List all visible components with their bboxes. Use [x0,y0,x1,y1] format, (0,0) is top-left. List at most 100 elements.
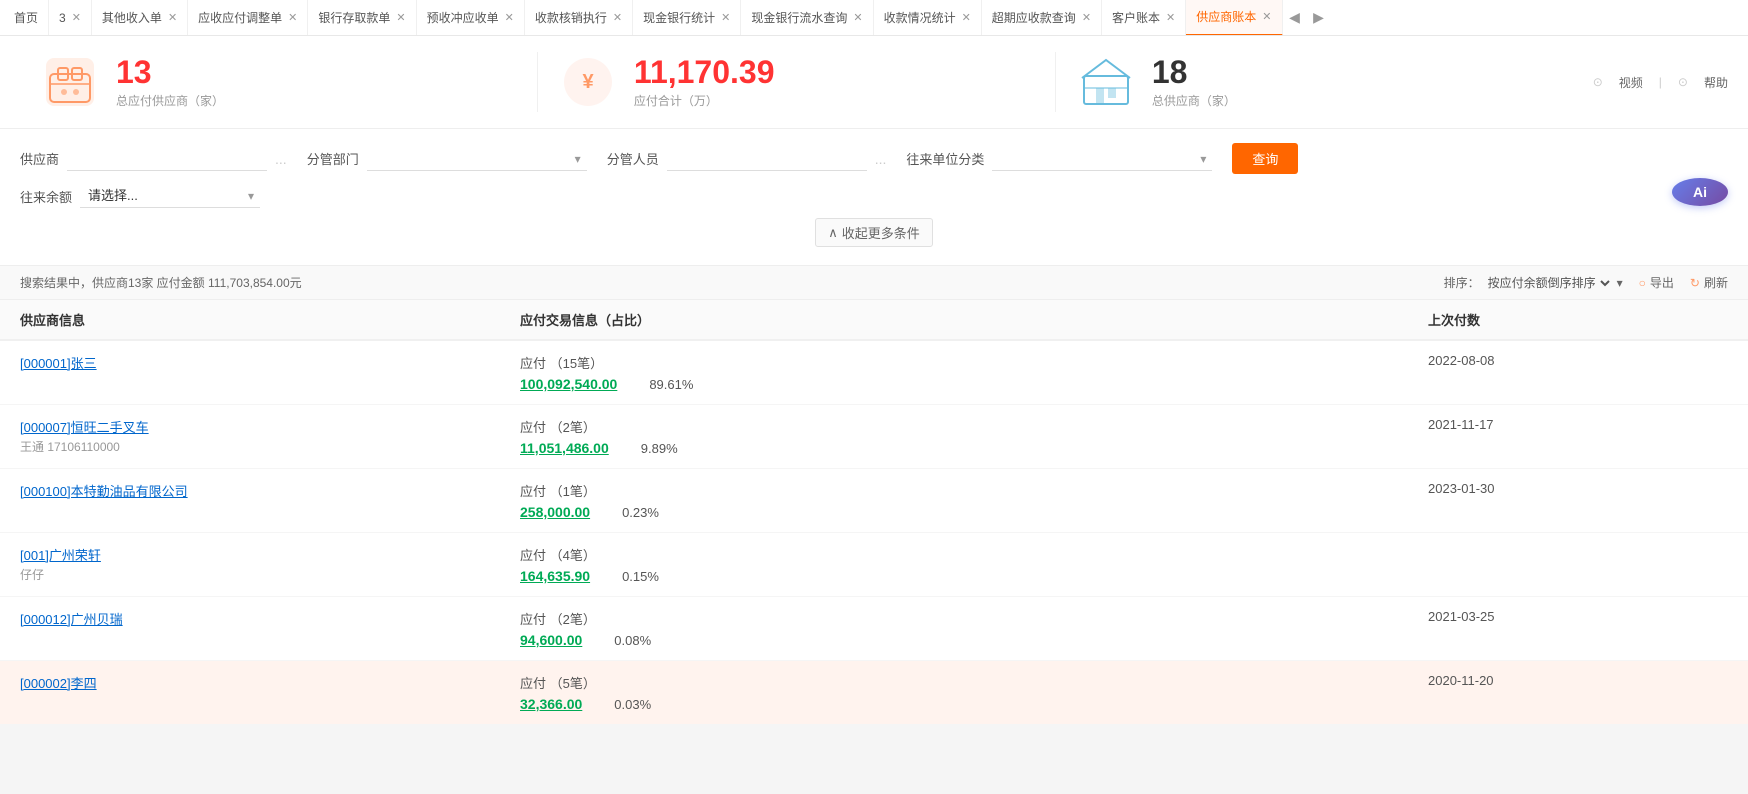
trans-amount[interactable]: 94,600.00 [520,632,582,648]
last-payment-cell: 2021-03-25 [1428,609,1728,624]
help-link[interactable]: 帮助 [1704,74,1728,91]
nav-prev-arrow[interactable]: ◀ [1283,0,1307,36]
trans-label: 应付 （15笔） [520,356,603,371]
dept-select[interactable] [367,147,587,171]
nav-tab-supplier-ledger[interactable]: 供应商账本 ✕ [1186,0,1282,36]
circle-play-icon: ⊙ [1593,75,1603,89]
nav-tab-ar-ap-adjust-close[interactable]: ✕ [288,11,297,24]
nav-tab-other-income-close[interactable]: ✕ [168,11,177,24]
table-row[interactable]: [000007]恒旺二手叉车 王通 17106110000 应付 （2笔） 11… [0,405,1748,469]
filter-dept: 分管部门 [307,147,587,171]
chevron-up-icon: ∧ [828,225,838,241]
supplier-input[interactable] [67,147,267,171]
table-row[interactable]: [000100]本特勤油品有限公司 应付 （1笔） 258,000.00 0.2… [0,469,1748,533]
export-button[interactable]: ○ 导出 [1639,274,1674,291]
supplier-link[interactable]: [000007]恒旺二手叉车 [20,420,149,435]
refresh-button[interactable]: ↻ 刷新 [1690,274,1728,291]
query-button[interactable]: 查询 [1232,143,1298,174]
person-filter-label: 分管人员 [607,149,659,168]
nav-tab-overdue-ar[interactable]: 超期应收款查询 ✕ [982,0,1102,36]
ai-button[interactable]: Ai [1672,178,1728,206]
trans-amount[interactable]: 11,051,486.00 [520,440,609,456]
sort-dropdown-icon[interactable]: ▾ [1617,276,1623,290]
stat-card-payable-amount: ¥ 11,170.39 应付合计（万） [537,52,1055,112]
nav-tab-prepay-ar[interactable]: 预收冲应收单 ✕ [417,0,525,36]
nav-tab-customer-ledger-close[interactable]: ✕ [1166,11,1175,24]
filter-person: 分管人员 ... [607,147,887,171]
nav-tab-payment-verify-label: 收款核销执行 [535,9,607,26]
stat-info-payable: 13 总应付供应商（家） [116,56,224,109]
svg-text:¥: ¥ [582,71,594,93]
nav-tab-ar-ap-adjust[interactable]: 应收应付调整单 ✕ [188,0,308,36]
nav-tab-cash-bank-stat-close[interactable]: ✕ [721,11,730,24]
nav-tab-bank-deposit-close[interactable]: ✕ [396,11,405,24]
last-payment-cell: 2023-01-30 [1428,481,1728,496]
nav-tab-supplier-ledger-close[interactable]: ✕ [1262,10,1271,23]
person-ellipsis-icon[interactable]: ... [875,151,887,167]
trans-label-row: 应付 （4笔） [520,545,1428,564]
supplier-ellipsis-icon[interactable]: ... [275,151,287,167]
nav-tab-3[interactable]: 3 ✕ [49,0,92,36]
last-payment-cell: 2021-11-17 [1428,417,1728,432]
supplier-link[interactable]: [000012]广州贝瑞 [20,612,123,627]
nav-tab-payment-verify-close[interactable]: ✕ [613,11,622,24]
nav-tab-prepay-ar-close[interactable]: ✕ [505,11,514,24]
nav-tab-other-income[interactable]: 其他收入单 ✕ [92,0,188,36]
table-row[interactable]: [000001]张三 应付 （15笔） 100,092,540.00 89.61… [0,341,1748,405]
col-header-transaction: 应付交易信息（占比） [520,310,1428,329]
nav-tab-overdue-ar-close[interactable]: ✕ [1082,11,1091,24]
supplier-info-cell: [000012]广州贝瑞 [20,609,520,628]
nav-tab-collection-stat-close[interactable]: ✕ [962,11,971,24]
nav-tab-cash-bank-stat-label: 现金银行统计 [643,9,715,26]
category-filter-label: 往来单位分类 [906,149,984,168]
nav-tab-home[interactable]: 首页 [4,0,49,36]
nav-tab-3-close[interactable]: ✕ [72,11,81,24]
nav-next-arrow[interactable]: ▶ [1307,0,1331,36]
category-select[interactable] [992,147,1212,171]
transaction-info-cell: 应付 （15笔） 100,092,540.00 89.61% [520,353,1428,392]
refresh-label: 刷新 [1704,274,1728,291]
trans-amount-row: 258,000.00 0.23% [520,504,1428,520]
supplier-sub: 仔仔 [20,566,520,583]
collapse-button[interactable]: ∧ 收起更多条件 [815,218,933,247]
table-row[interactable]: [000002]李四 应付 （5笔） 32,366.00 0.03% 2020-… [0,661,1748,725]
table-row[interactable]: [001]广州荣轩 仔仔 应付 （4笔） 164,635.90 0.15% [0,533,1748,597]
trans-label-row: 应付 （15笔） [520,353,1428,372]
supplier-link[interactable]: [000100]本特勤油品有限公司 [20,484,188,499]
nav-tab-cash-bank-query-close[interactable]: ✕ [853,11,862,24]
stat-info-total: 18 总供应商（家） [1152,56,1236,109]
nav-tab-collection-stat-label: 收款情况统计 [884,9,956,26]
filter-area: 供应商 ... 分管部门 分管人员 ... 往来单位分类 [0,129,1748,266]
supplier-info-cell: [000007]恒旺二手叉车 王通 17106110000 [20,417,520,455]
table-row[interactable]: [000012]广州贝瑞 应付 （2笔） 94,600.00 0.08% 202… [0,597,1748,661]
table-body: [000001]张三 应付 （15笔） 100,092,540.00 89.61… [0,341,1748,725]
top-nav: 首页 3 ✕ 其他收入单 ✕ 应收应付调整单 ✕ 银行存取款单 ✕ 预收冲应收单… [0,0,1748,36]
right-actions: 排序： 按应付余额倒序排序 ▾ ○ 导出 ↻ 刷新 [1444,274,1728,291]
nav-tab-customer-ledger[interactable]: 客户账本 ✕ [1102,0,1186,36]
trans-amount[interactable]: 32,366.00 [520,696,582,712]
trans-amount[interactable]: 100,092,540.00 [520,376,617,392]
transaction-info-cell: 应付 （1笔） 258,000.00 0.23% [520,481,1428,520]
sort-select[interactable]: 按应付余额倒序排序 [1484,275,1613,291]
trans-label: 应付 （2笔） [520,420,596,435]
trans-amount[interactable]: 258,000.00 [520,504,590,520]
balance-select[interactable]: 请选择... [80,184,260,208]
trans-amount[interactable]: 164,635.90 [520,568,590,584]
nav-tab-bank-deposit[interactable]: 银行存取款单 ✕ [308,0,416,36]
trans-amount-row: 164,635.90 0.15% [520,568,1428,584]
last-payment-cell: 2020-11-20 [1428,673,1728,688]
col-header-last-payment: 上次付数 [1428,310,1728,329]
supplier-link[interactable]: [000002]李四 [20,676,97,691]
transaction-info-cell: 应付 （4笔） 164,635.90 0.15% [520,545,1428,584]
nav-tab-payment-verify[interactable]: 收款核销执行 ✕ [525,0,633,36]
amount-icon: ¥ [558,52,618,112]
nav-tab-cash-bank-stat[interactable]: 现金银行统计 ✕ [633,0,741,36]
video-link[interactable]: 视频 [1619,74,1643,91]
stat-number-payable: 13 [116,56,224,88]
trans-label: 应付 （1笔） [520,484,596,499]
supplier-link[interactable]: [000001]张三 [20,356,97,371]
supplier-link[interactable]: [001]广州荣轩 [20,548,101,563]
nav-tab-cash-bank-query[interactable]: 现金银行流水查询 ✕ [741,0,873,36]
person-input[interactable] [667,147,867,171]
nav-tab-collection-stat[interactable]: 收款情况统计 ✕ [874,0,982,36]
